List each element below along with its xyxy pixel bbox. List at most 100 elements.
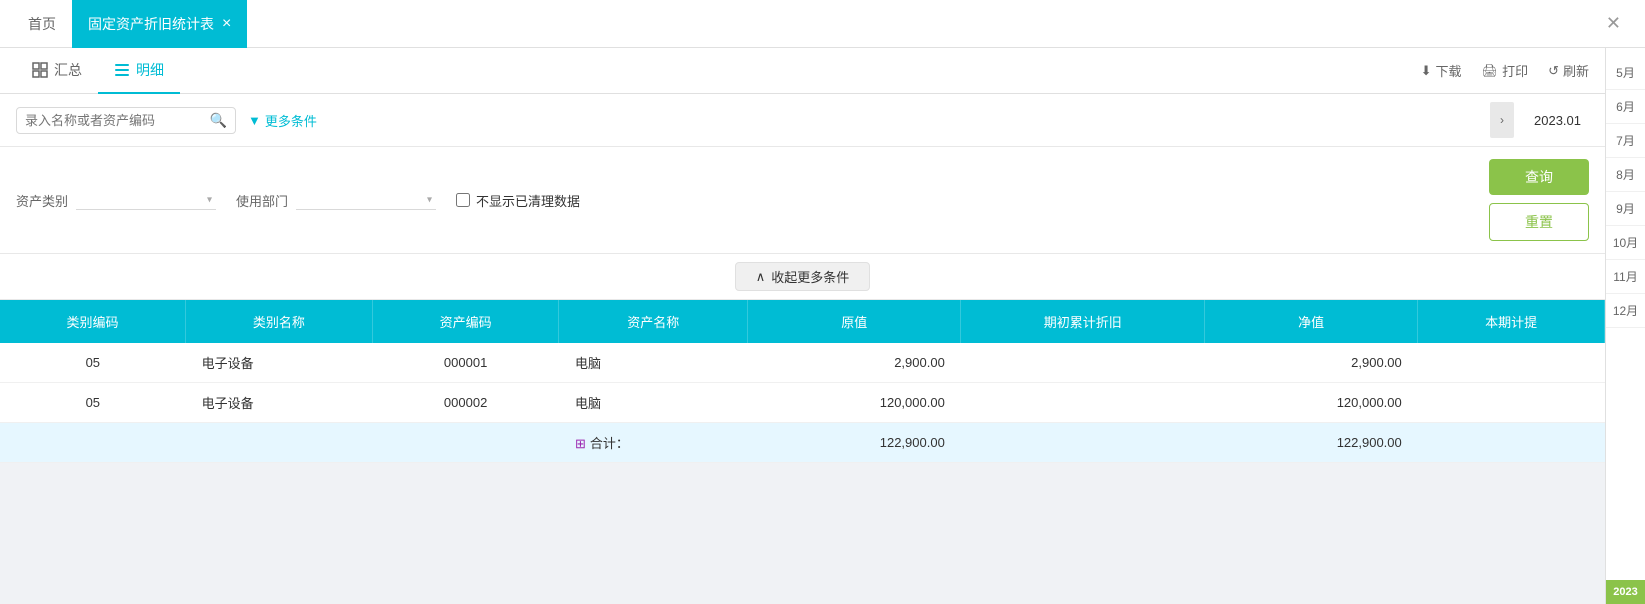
filter-actions: 查询 重置 xyxy=(1489,159,1589,241)
filter-label: 更多条件 xyxy=(265,111,317,130)
search-icon: 🔍 xyxy=(210,112,227,129)
toolbar: 汇总 明细 ⬇ 下载 🖨 打印 ↺ 刷新 xyxy=(0,48,1605,94)
search-bar: 🔍 ▼ 更多条件 › 2023.01 xyxy=(0,94,1605,147)
filter-panel: 资产类别 使用部门 不显示已清理数据 xyxy=(0,147,1605,254)
window-close-icon[interactable]: ✕ xyxy=(1598,5,1629,42)
total-accumulated-dep xyxy=(961,423,1205,463)
table-row: 05 电子设备 000001 电脑 2,900.00 2,900.00 xyxy=(0,343,1605,383)
sidebar-month-item[interactable]: 6月 xyxy=(1606,90,1645,124)
top-nav: 首页 固定资产折旧统计表 × ✕ xyxy=(0,0,1645,48)
detail-icon xyxy=(114,62,130,78)
tab-label: 固定资产折旧统计表 xyxy=(88,14,214,34)
cell-category-name: 电子设备 xyxy=(186,343,373,383)
cell-current-dep xyxy=(1418,343,1605,383)
refresh-action[interactable]: ↺ 刷新 xyxy=(1548,61,1589,80)
search-input[interactable] xyxy=(25,113,204,128)
cell-accumulated-dep xyxy=(961,343,1205,383)
department-label: 使用部门 xyxy=(236,191,288,210)
col-accumulated-dep: 期初累计折旧 xyxy=(961,300,1205,343)
sidebar-month-item[interactable]: 5月 xyxy=(1606,56,1645,90)
sidebar-year: 2023 xyxy=(1606,580,1645,604)
col-category-code: 类别编码 xyxy=(0,300,186,343)
department-field: 使用部门 xyxy=(236,190,436,210)
tab-detail[interactable]: 明细 xyxy=(98,48,180,94)
cell-asset-code: 000001 xyxy=(372,343,559,383)
filter-row: 资产类别 使用部门 不显示已清理数据 xyxy=(16,159,1589,241)
collapse-bar: ∧ 收起更多条件 xyxy=(0,254,1605,300)
cell-asset-name: 电脑 xyxy=(559,343,748,383)
table-body: 05 电子设备 000001 电脑 2,900.00 2,900.00 05 电… xyxy=(0,343,1605,463)
print-label: 打印 xyxy=(1502,61,1528,80)
cell-asset-code: 000002 xyxy=(372,383,559,423)
cell-current-dep xyxy=(1418,383,1605,423)
sidebar-month-item[interactable]: 8月 xyxy=(1606,158,1645,192)
main-table: 类别编码 类别名称 资产编码 资产名称 原值 期初累计折旧 净值 本期计提 05… xyxy=(0,300,1605,463)
collapse-icon: ∧ xyxy=(756,269,766,285)
main-content: 汇总 明细 ⬇ 下载 🖨 打印 ↺ 刷新 � xyxy=(0,48,1605,463)
total-row: ⊞合计： 122,900.00 122,900.00 xyxy=(0,423,1605,463)
exclude-cleared-label: 不显示已清理数据 xyxy=(476,191,580,210)
sidebar-month-item[interactable]: 9月 xyxy=(1606,192,1645,226)
sidebar-month-item[interactable]: 10月 xyxy=(1606,226,1645,260)
total-net-value: 122,900.00 xyxy=(1205,423,1418,463)
col-asset-name: 资产名称 xyxy=(559,300,748,343)
table-row: 05 电子设备 000002 电脑 120,000.00 120,000.00 xyxy=(0,383,1605,423)
collapse-button[interactable]: ∧ 收起更多条件 xyxy=(735,262,871,291)
exclude-cleared-checkbox[interactable] xyxy=(456,193,470,207)
print-action[interactable]: 🖨 打印 xyxy=(1482,61,1529,80)
asset-category-field: 资产类别 xyxy=(16,190,216,210)
department-select-wrap[interactable] xyxy=(296,190,436,210)
cell-category-name: 电子设备 xyxy=(186,383,373,423)
filter-btn[interactable]: ▼ 更多条件 xyxy=(248,111,317,130)
table-container: 类别编码 类别名称 资产编码 资产名称 原值 期初累计折旧 净值 本期计提 05… xyxy=(0,300,1605,463)
cell-asset-name: 电脑 xyxy=(559,383,748,423)
sidebar-month-item[interactable]: 7月 xyxy=(1606,124,1645,158)
asset-category-label: 资产类别 xyxy=(16,191,68,210)
search-input-wrap[interactable]: 🔍 xyxy=(16,107,236,134)
total-label-cell xyxy=(0,423,559,463)
total-current-dep xyxy=(1418,423,1605,463)
download-icon: ⬇ xyxy=(1421,63,1432,79)
department-select[interactable] xyxy=(296,190,436,210)
col-net-value: 净值 xyxy=(1205,300,1418,343)
asset-category-select[interactable] xyxy=(76,190,216,210)
toolbar-actions: ⬇ 下载 🖨 打印 ↺ 刷新 xyxy=(1421,61,1589,80)
download-label: 下载 xyxy=(1436,61,1462,80)
total-label: ⊞合计： xyxy=(559,423,748,463)
refresh-label: 刷新 xyxy=(1563,61,1589,80)
download-action[interactable]: ⬇ 下载 xyxy=(1421,61,1462,80)
cell-accumulated-dep xyxy=(961,383,1205,423)
filter-icon: ▼ xyxy=(248,113,261,128)
sidebar-month-item[interactable]: 11月 xyxy=(1606,260,1645,294)
cell-net-value: 2,900.00 xyxy=(1205,343,1418,383)
query-button[interactable]: 查询 xyxy=(1489,159,1589,195)
collapse-label: 收起更多条件 xyxy=(771,267,849,286)
refresh-icon: ↺ xyxy=(1548,63,1559,79)
date-nav-arrow[interactable]: › xyxy=(1490,102,1514,138)
cell-original-value: 120,000.00 xyxy=(748,383,961,423)
tab-detail-label: 明细 xyxy=(136,60,164,80)
cell-category-code: 05 xyxy=(0,383,186,423)
asset-category-select-wrap[interactable] xyxy=(76,190,216,210)
exclude-cleared-wrap[interactable]: 不显示已清理数据 xyxy=(456,191,580,210)
tab-summary-label: 汇总 xyxy=(54,60,82,80)
table-header: 类别编码 类别名称 资产编码 资产名称 原值 期初累计折旧 净值 本期计提 xyxy=(0,300,1605,343)
cell-original-value: 2,900.00 xyxy=(748,343,961,383)
tab-close-icon[interactable]: × xyxy=(222,16,231,32)
col-category-name: 类别名称 xyxy=(186,300,373,343)
print-icon: 🖨 xyxy=(1482,63,1499,79)
col-asset-code: 资产编码 xyxy=(372,300,559,343)
summary-icon xyxy=(32,62,48,78)
tab-summary[interactable]: 汇总 xyxy=(16,48,98,94)
sidebar-month-item[interactable]: 12月 xyxy=(1606,294,1645,328)
date-label: 2023.01 xyxy=(1526,113,1589,128)
reset-button[interactable]: 重置 xyxy=(1489,203,1589,241)
cell-net-value: 120,000.00 xyxy=(1205,383,1418,423)
nav-home[interactable]: 首页 xyxy=(16,0,68,48)
col-original-value: 原值 xyxy=(748,300,961,343)
col-current-dep: 本期计提 xyxy=(1418,300,1605,343)
right-sidebar: 5月6月7月8月9月10月11月12月 2023 xyxy=(1605,48,1645,604)
cell-category-code: 05 xyxy=(0,343,186,383)
total-original-value: 122,900.00 xyxy=(748,423,961,463)
active-tab[interactable]: 固定资产折旧统计表 × xyxy=(72,0,247,48)
